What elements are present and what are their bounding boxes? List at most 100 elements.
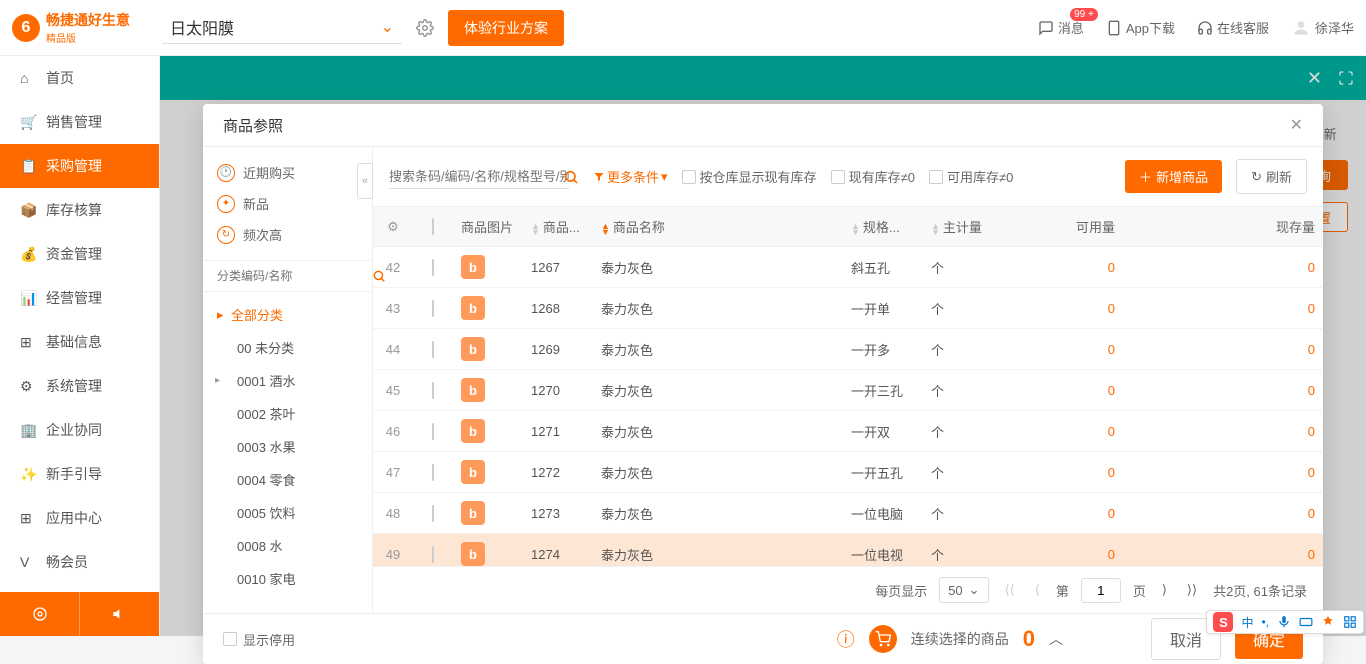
table-row[interactable]: 46 b 1271 泰力灰色 一开双 个 0 0 [373,411,1323,452]
row-checkbox[interactable] [413,329,453,370]
last-page-icon[interactable]: ⟩⟩ [1183,582,1201,598]
table-row[interactable]: 49 b 1274 泰力灰色 一位电视 个 0 0 [373,534,1323,566]
category-node[interactable]: 0002 茶叶 [203,397,372,430]
selected-label: 连续选择的商品 [911,629,1009,649]
table-row[interactable]: 48 b 1273 泰力灰色 一位电脑 个 0 0 [373,493,1323,534]
chevron-up-icon[interactable]: ︿ [1049,629,1063,649]
ime-skin-icon[interactable] [1321,615,1335,629]
more-conditions-link[interactable]: 更多条件▾ [593,167,668,186]
refresh-button[interactable]: ↻ 刷新 [1236,159,1307,194]
row-checkbox[interactable] [413,534,453,566]
row-checkbox[interactable] [413,370,453,411]
sidebar-item-4[interactable]: 💰资金管理 [0,232,159,276]
category-search-input[interactable] [217,269,372,283]
add-product-button[interactable]: ＋ 新增商品 [1125,160,1222,193]
sidebar-item-8[interactable]: 🏢企业协同 [0,408,159,452]
sidebar-item-2[interactable]: 📋采购管理 [0,144,159,188]
table-row[interactable]: 44 b 1269 泰力灰色 一开多 个 0 0 [373,329,1323,370]
ime-tool-icon[interactable] [1343,615,1357,629]
collapse-handle[interactable]: « [357,163,373,199]
tenant-select[interactable]: 日太阳膜 ⌄ [162,12,402,44]
product-image-icon: b [461,460,485,484]
quick-tab-icon: ↻ [217,226,235,244]
ime-punct-icon[interactable]: •, [1261,615,1269,629]
category-node[interactable]: 00 未分类 [203,331,372,364]
row-checkbox[interactable] [413,411,453,452]
first-page-icon[interactable]: ⟨⟨ [1001,582,1019,598]
close-icon[interactable]: ✕ [1290,115,1303,135]
sidebar-item-6[interactable]: ⊞基础信息 [0,320,159,364]
quick-tab-1[interactable]: ✦新品 [217,188,358,219]
col-code[interactable]: ▲▼商品... [523,207,593,247]
category-node[interactable]: 0001 酒水 [203,364,372,397]
category-node[interactable]: 0005 饮料 [203,496,372,529]
filter-row: 更多条件▾ 按仓库显示现有库存 现有库存≠0 可用库存≠0 ＋ 新增商品 ↻ 刷… [373,147,1323,207]
col-spec[interactable]: ▲▼规格... [843,207,923,247]
row-checkbox[interactable] [413,247,453,288]
col-checkbox[interactable] [413,207,453,247]
user-profile[interactable]: 徐泽华 [1291,18,1354,38]
row-checkbox[interactable] [413,452,453,493]
collapse-button[interactable] [0,592,80,636]
col-avail[interactable]: 可用量 [993,207,1123,247]
trial-button[interactable]: 体验行业方案 [448,10,564,46]
modal-header: 商品参照 ✕ [203,104,1323,147]
table-row[interactable]: 47 b 1272 泰力灰色 一开五孔 个 0 0 [373,452,1323,493]
ime-toolbar[interactable]: S 中 •, [1206,610,1364,634]
chk-by-warehouse[interactable]: 按仓库显示现有库存 [682,167,817,186]
category-node[interactable]: 0003 水果 [203,430,372,463]
page-input[interactable] [1081,578,1121,603]
cart-icon[interactable] [869,625,897,653]
col-image[interactable]: 商品图片 [453,207,523,247]
col-stock[interactable]: 现存量 [1123,207,1323,247]
help-icon[interactable]: ⓘ [837,626,855,652]
search-icon[interactable] [372,269,386,283]
page-size-select[interactable]: 50 ⌄ [939,577,988,603]
show-disabled-checkbox[interactable]: 显示停用 [223,630,295,649]
col-name[interactable]: ▲▼商品名称 [593,207,843,247]
next-page-icon[interactable]: ⟩ [1158,582,1171,598]
quick-tab-2[interactable]: ↻频次高 [217,219,358,250]
nav-icon: 📦 [20,202,36,219]
col-unit[interactable]: ▲▼主计量 [923,207,993,247]
checkbox-icon [929,170,943,184]
logo-sub: 精品版 [46,30,130,45]
sidebar-item-10[interactable]: ⊞应用中心 [0,496,159,540]
sidebar-item-1[interactable]: 🛒销售管理 [0,100,159,144]
service-link[interactable]: 在线客服 [1197,18,1269,37]
row-checkbox[interactable] [413,493,453,534]
prev-page-icon[interactable]: ⟨ [1031,582,1044,598]
ime-mic-icon[interactable] [1277,615,1291,629]
gear-icon[interactable] [416,19,434,37]
app-download-link[interactable]: App下载 [1106,18,1175,37]
ime-lang[interactable]: 中 [1241,614,1253,631]
gear-icon [32,606,48,622]
quick-tab-0[interactable]: 🕐近期购买 [217,157,358,188]
sound-button[interactable] [80,592,159,636]
logo[interactable]: 6 畅捷通好生意 精品版 [12,10,162,45]
table-row[interactable]: 45 b 1270 泰力灰色 一开三孔 个 0 0 [373,370,1323,411]
sidebar-item-3[interactable]: 📦库存核算 [0,188,159,232]
table-row[interactable]: 43 b 1268 泰力灰色 一开单 个 0 0 [373,288,1323,329]
nav-icon: 💰 [20,246,36,263]
product-image-icon: b [461,296,485,320]
row-checkbox[interactable] [413,288,453,329]
search-icon[interactable] [563,169,579,185]
speaker-icon [112,606,128,622]
col-settings[interactable]: ⚙ [373,207,413,247]
sidebar-item-9[interactable]: ✨新手引导 [0,452,159,496]
category-node[interactable]: 0008 水 [203,529,372,562]
category-node[interactable]: 0010 家电 [203,562,372,595]
messages-link[interactable]: 消息 99 + [1038,18,1084,37]
sidebar-item-7[interactable]: ⚙系统管理 [0,364,159,408]
ime-keyboard-icon[interactable] [1299,615,1313,629]
category-node[interactable]: 0004 零食 [203,463,372,496]
sidebar-item-5[interactable]: 📊经营管理 [0,276,159,320]
sidebar-item-0[interactable]: ⌂首页 [0,56,159,100]
chk-avail-nonzero[interactable]: 可用库存≠0 [929,167,1013,186]
product-search-input[interactable] [389,165,569,189]
table-row[interactable]: 42 b 1267 泰力灰色 斜五孔 个 0 0 [373,247,1323,288]
chk-stock-nonzero[interactable]: 现有库存≠0 [831,167,915,186]
sidebar-item-11[interactable]: V畅会员 [0,540,159,584]
category-root[interactable]: 全部分类 [203,298,372,331]
